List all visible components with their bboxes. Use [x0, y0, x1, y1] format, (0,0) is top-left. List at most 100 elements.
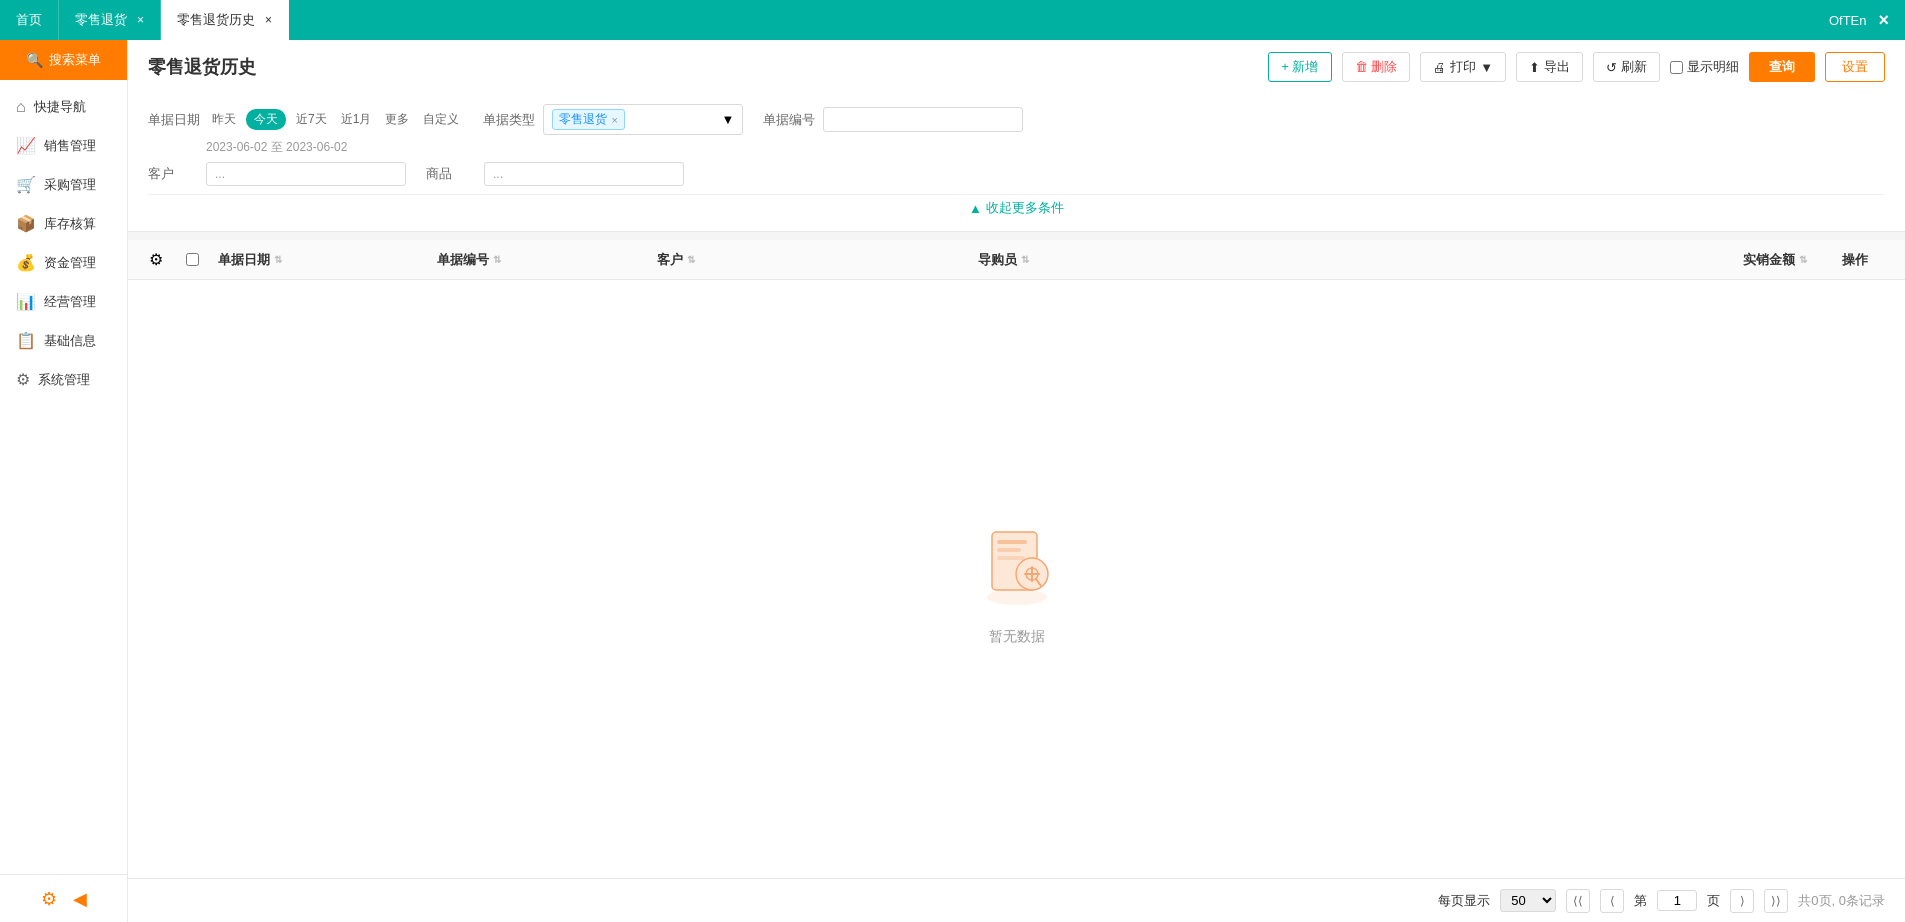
th-actions-label: 操作 — [1842, 251, 1868, 269]
per-page-select[interactable]: 20 50 100 — [1500, 889, 1556, 912]
content-area: 零售退货历史 + 新增 🗑 删除 🖨 打印 ▼ ⬆ 导出 ↺ — [128, 40, 1905, 922]
select-all-checkbox[interactable] — [186, 253, 199, 266]
collapse-icon: ▲ — [969, 201, 982, 216]
sidebar-item-quick-nav-label: 快捷导航 — [34, 98, 86, 116]
refresh-label: 刷新 — [1621, 58, 1647, 76]
window-close-button[interactable]: × — [1878, 10, 1889, 31]
query-button[interactable]: 查询 — [1749, 52, 1815, 82]
first-page-button[interactable]: ⟨⟨ — [1566, 889, 1590, 913]
date-sort-icon[interactable]: ⇅ — [274, 255, 282, 265]
sidebar-item-operations[interactable]: 📊 经营管理 — [0, 282, 127, 321]
th-checkbox[interactable] — [174, 253, 210, 266]
sidebar-search[interactable]: 🔍 搜索菜单 — [0, 40, 127, 80]
date-btn-1month[interactable]: 近1月 — [337, 109, 376, 130]
sidebar-settings-button[interactable]: ⚙ — [41, 888, 57, 910]
filter-customer-item: 客户 ... — [148, 162, 406, 186]
next-page-button[interactable]: ⟩ — [1730, 889, 1754, 913]
sidebar-item-basic-info[interactable]: 📋 基础信息 — [0, 321, 127, 360]
export-label: 导出 — [1544, 58, 1570, 76]
th-no: 单据编号 ⇅ — [429, 251, 648, 269]
docno-filter-label: 单据编号 — [763, 111, 815, 129]
goods-filter-placeholder: ... — [493, 167, 503, 181]
per-page-label: 每页显示 — [1438, 892, 1490, 910]
svg-point-0 — [987, 589, 1047, 605]
last-page-button[interactable]: ⟩⟩ — [1764, 889, 1788, 913]
svg-rect-4 — [997, 556, 1025, 560]
customer-sort-icon[interactable]: ⇅ — [687, 255, 695, 265]
page-prefix-label: 第 — [1634, 892, 1647, 910]
page-header: 零售退货历史 + 新增 🗑 删除 🖨 打印 ▼ ⬆ 导出 ↺ — [128, 40, 1905, 232]
date-btn-yesterday[interactable]: 昨天 — [208, 109, 240, 130]
header-actions: + 新增 🗑 删除 🖨 打印 ▼ ⬆ 导出 ↺ 刷新 — [1268, 52, 1885, 82]
date-filter-group: 昨天 今天 近7天 近1月 更多 自定义 — [208, 109, 463, 130]
pagination-footer: 每页显示 20 50 100 ⟨⟨ ⟨ 第 页 ⟩ ⟩⟩ 共0页, 0条记录 — [128, 878, 1905, 922]
inventory-icon: 📦 — [16, 214, 36, 233]
th-guide-label: 导购员 — [978, 251, 1017, 269]
customer-filter-select[interactable]: ... — [206, 162, 406, 186]
sidebar-item-sales[interactable]: 📈 销售管理 — [0, 126, 127, 165]
date-btn-more[interactable]: 更多 — [381, 109, 413, 130]
customer-filter-placeholder: ... — [215, 167, 225, 181]
tab-retail-return[interactable]: 零售退货 × — [59, 0, 161, 40]
customer-filter-label: 客户 — [148, 165, 198, 183]
docno-filter-input[interactable] — [823, 107, 1023, 132]
doctype-tag-close[interactable]: × — [611, 114, 617, 126]
th-no-label: 单据编号 — [437, 251, 489, 269]
sidebar-item-purchase[interactable]: 🛒 采购管理 — [0, 165, 127, 204]
guide-sort-icon[interactable]: ⇅ — [1021, 255, 1029, 265]
sidebar-collapse-button[interactable]: ◀ — [73, 888, 87, 910]
tab-retail-return-history-label: 零售退货历史 — [177, 11, 255, 29]
doctype-filter-select[interactable]: 零售退货 × ▼ — [543, 104, 743, 135]
date-btn-custom[interactable]: 自定义 — [419, 109, 463, 130]
sidebar-item-inventory[interactable]: 📦 库存核算 — [0, 204, 127, 243]
tab-retail-return-history-close[interactable]: × — [265, 13, 272, 27]
doctype-tag: 零售退货 × — [552, 109, 624, 130]
tab-home[interactable]: 首页 — [0, 0, 59, 40]
tab-retail-return-history[interactable]: 零售退货历史 × — [161, 0, 289, 40]
collapse-button[interactable]: ▲ 收起更多条件 — [148, 194, 1885, 221]
page-header-top: 零售退货历史 + 新增 🗑 删除 🖨 打印 ▼ ⬆ 导出 ↺ — [148, 52, 1885, 82]
doctype-tag-value: 零售退货 — [559, 111, 607, 128]
purchase-icon: 🛒 — [16, 175, 36, 194]
export-button[interactable]: ⬆ 导出 — [1516, 52, 1583, 82]
sidebar-bottom: ⚙ ◀ — [0, 874, 127, 922]
amount-sort-icon[interactable]: ⇅ — [1799, 255, 1807, 265]
sidebar-item-purchase-label: 采购管理 — [44, 176, 96, 194]
no-sort-icon[interactable]: ⇅ — [493, 255, 501, 265]
date-btn-today[interactable]: 今天 — [246, 109, 286, 130]
th-amount-label: 实销金额 — [1743, 251, 1795, 269]
filter-docno-item: 单据编号 — [763, 107, 1023, 132]
new-button[interactable]: + 新增 — [1268, 52, 1331, 82]
table-header: ⚙ 单据日期 ⇅ 单据编号 ⇅ 客户 ⇅ 导购员 — [128, 240, 1905, 280]
th-date: 单据日期 ⇅ — [210, 251, 429, 269]
sidebar-item-finance[interactable]: 💰 资金管理 — [0, 243, 127, 282]
filter-row-date-range: 2023-06-02 至 2023-06-02 — [206, 139, 1885, 156]
refresh-button[interactable]: ↺ 刷新 — [1593, 52, 1660, 82]
doctype-dropdown-icon: ▼ — [722, 112, 735, 127]
tab-retail-return-label: 零售退货 — [75, 11, 127, 29]
filter-date-item: 单据日期 昨天 今天 近7天 近1月 更多 自定义 — [148, 109, 463, 130]
sales-icon: 📈 — [16, 136, 36, 155]
sidebar-item-operations-label: 经营管理 — [44, 293, 96, 311]
th-customer-label: 客户 — [657, 251, 683, 269]
finance-icon: 💰 — [16, 253, 36, 272]
date-btn-7days[interactable]: 近7天 — [292, 109, 331, 130]
filter-doctype-item: 单据类型 零售退货 × ▼ — [483, 104, 743, 135]
date-range-display: 2023-06-02 至 2023-06-02 — [206, 139, 347, 156]
th-settings[interactable]: ⚙ — [138, 250, 174, 269]
page-number-input[interactable] — [1657, 890, 1697, 911]
empty-text: 暂无数据 — [989, 628, 1045, 646]
filter-row-1: 单据日期 昨天 今天 近7天 近1月 更多 自定义 单据类型 — [148, 104, 1885, 135]
show-detail-checkbox[interactable]: 显示明细 — [1670, 58, 1739, 76]
sidebar-item-quick-nav[interactable]: ⌂ 快捷导航 — [0, 88, 127, 126]
delete-button[interactable]: 🗑 删除 — [1342, 52, 1411, 82]
sidebar-item-system[interactable]: ⚙ 系统管理 — [0, 360, 127, 399]
goods-filter-select[interactable]: ... — [484, 162, 684, 186]
settings-button[interactable]: 设置 — [1825, 52, 1885, 82]
tab-retail-return-close[interactable]: × — [137, 13, 144, 27]
show-detail-input[interactable] — [1670, 61, 1683, 74]
print-button[interactable]: 🖨 打印 ▼ — [1420, 52, 1506, 82]
doctype-filter-label: 单据类型 — [483, 111, 535, 129]
prev-page-button[interactable]: ⟨ — [1600, 889, 1624, 913]
th-guide: 导购员 ⇅ — [970, 251, 1189, 269]
